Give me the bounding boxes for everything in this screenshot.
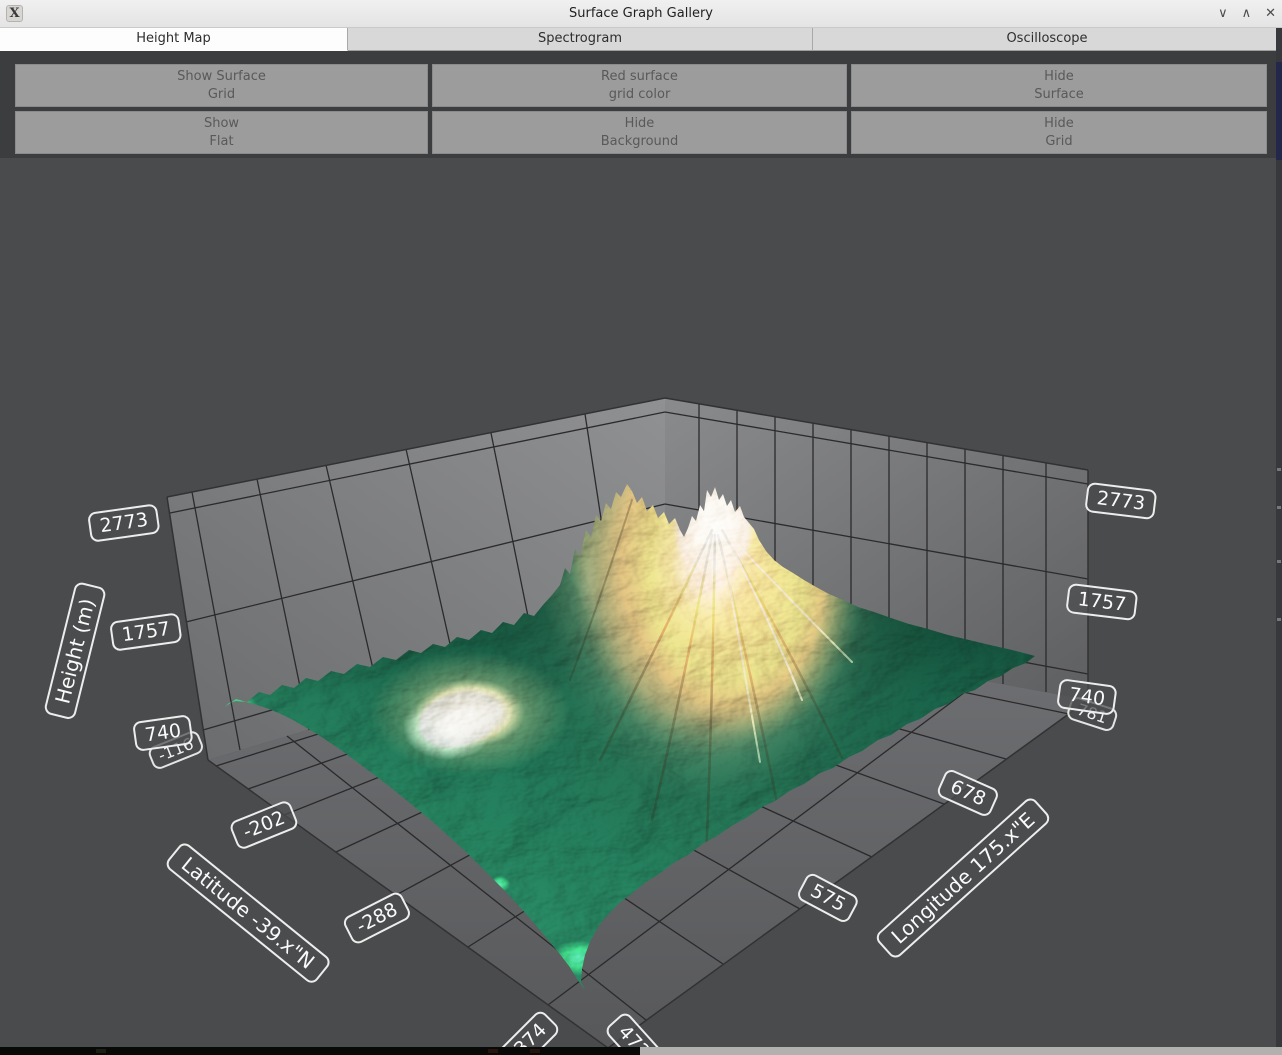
window-controls: ∨ ∧ ✕ (1218, 0, 1276, 28)
tab-oscilloscope[interactable]: Oscilloscope (813, 28, 1282, 51)
window-title: Surface Graph Gallery (0, 0, 1282, 28)
right-edge-desktop-sliver (1276, 28, 1282, 1047)
minimize-icon[interactable]: ∨ (1218, 0, 1228, 28)
hide-background-button[interactable]: Hide Background (432, 111, 847, 154)
red-surface-grid-color-button[interactable]: Red surface grid color (432, 64, 847, 107)
bottom-sliver-light (640, 1047, 1282, 1055)
show-flat-button[interactable]: Show Flat (15, 111, 428, 154)
maximize-icon[interactable]: ∧ (1242, 0, 1252, 28)
close-icon[interactable]: ✕ (1265, 0, 1276, 28)
bottom-sliver-dark (0, 1047, 640, 1055)
title-bar[interactable]: X Surface Graph Gallery ∨ ∧ ✕ (0, 0, 1282, 28)
app-window: X Surface Graph Gallery ∨ ∧ ✕ Height Map… (0, 0, 1282, 1055)
surface-3d-viewport[interactable]: Height (m) 2773 1757 -116 740 2773 1757 … (0, 158, 1282, 1047)
background-window-fragment (1276, 62, 1282, 160)
hide-surface-button[interactable]: Hide Surface (851, 64, 1267, 107)
tab-height-map[interactable]: Height Map (0, 28, 348, 51)
bottom-edge-desktop-sliver (0, 1047, 1282, 1055)
show-surface-grid-button[interactable]: Show Surface Grid (15, 64, 428, 107)
tab-bar: Height Map Spectrogram Oscilloscope (0, 28, 1282, 51)
toolbar: Show Surface Grid Red surface grid color… (0, 51, 1282, 158)
hide-grid-button[interactable]: Hide Grid (851, 111, 1267, 154)
tab-spectrogram[interactable]: Spectrogram (348, 28, 813, 51)
